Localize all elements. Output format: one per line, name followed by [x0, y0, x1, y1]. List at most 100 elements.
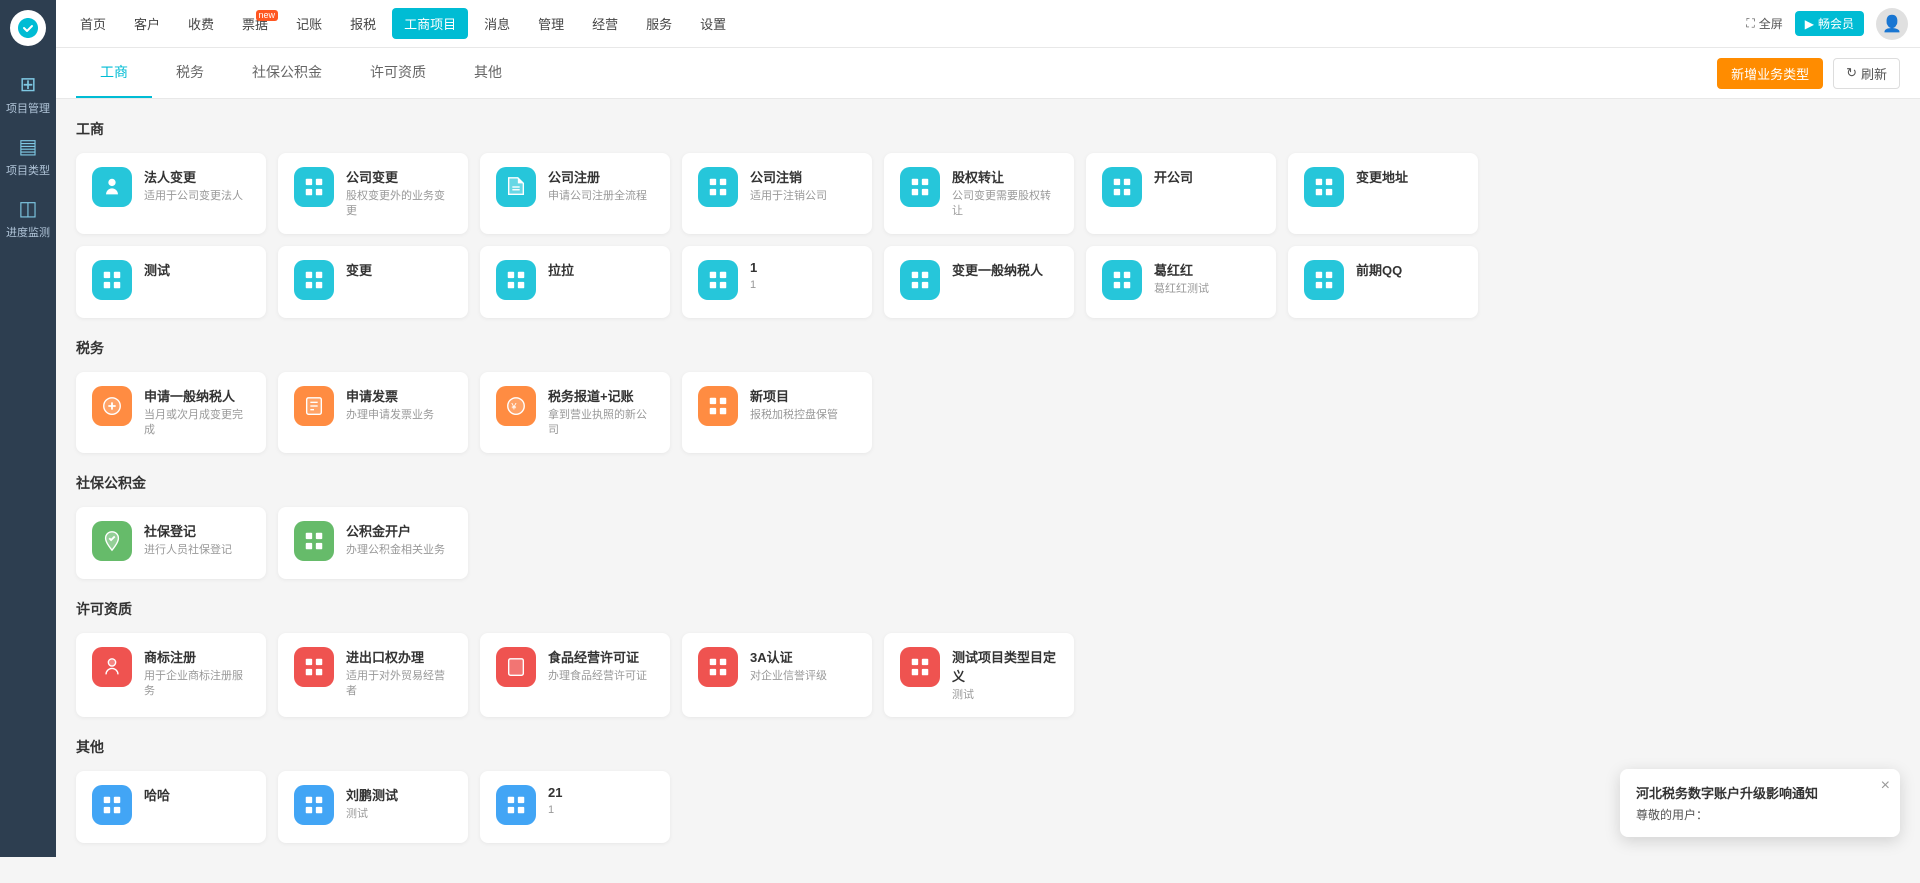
- project-manage-icon: ⊞: [14, 70, 42, 98]
- card-liupeng[interactable]: 刘鹏测试 测试: [278, 771, 468, 843]
- card-import-export[interactable]: 进出口权办理 适用于对外贸易经营者: [278, 633, 468, 717]
- notification-close[interactable]: ×: [1881, 777, 1890, 795]
- nav-invoice[interactable]: 票据 new: [230, 8, 280, 39]
- card-legal-change[interactable]: 法人变更 适用于公司变更法人: [76, 153, 266, 234]
- vip-icon: ▶: [1805, 17, 1814, 31]
- nav-customer[interactable]: 客户: [122, 8, 172, 39]
- card-icon: [294, 647, 334, 687]
- card-icon: [294, 521, 334, 561]
- nav-bizproject[interactable]: 工商项目: [392, 8, 468, 39]
- sidebar: ⊞ 项目管理 ▤ 项目类型 ◫ 进度监测: [0, 0, 56, 857]
- card-icon: [92, 647, 132, 687]
- nav-service[interactable]: 服务: [634, 8, 684, 39]
- card-icon: [294, 386, 334, 426]
- nav-message[interactable]: 消息: [472, 8, 522, 39]
- card-test[interactable]: 测试: [76, 246, 266, 318]
- card-num1[interactable]: 1 1: [682, 246, 872, 318]
- card-name: 1: [750, 260, 856, 275]
- card-name: 新项目: [750, 386, 856, 405]
- section-title-gongshang: 工商: [76, 119, 1900, 139]
- card-tax-report[interactable]: ¥ 税务报道+记账 拿到营业执照的新公司: [480, 372, 670, 453]
- fullscreen-button[interactable]: ⛶ 全屏: [1746, 15, 1782, 32]
- tab-xuke[interactable]: 许可资质: [346, 48, 450, 98]
- card-desc: 测试: [346, 807, 452, 822]
- card-3a-cert[interactable]: 3A认证 对企业信誉评级: [682, 633, 872, 717]
- nav-billing[interactable]: 收费: [176, 8, 226, 39]
- card-name: 社保登记: [144, 521, 250, 540]
- card-icon: [698, 647, 738, 687]
- vip-label: 畅会员: [1818, 15, 1854, 32]
- card-haha[interactable]: 哈哈: [76, 771, 266, 843]
- card-change-address[interactable]: 变更地址: [1288, 153, 1478, 234]
- card-desc: 1: [548, 803, 654, 818]
- avatar-icon: 👤: [1882, 14, 1902, 34]
- tab-shebao[interactable]: 社保公积金: [228, 48, 346, 98]
- card-name: 3A认证: [750, 647, 856, 666]
- tab-other[interactable]: 其他: [450, 48, 526, 98]
- card-name: 申请一般纳税人: [144, 386, 250, 405]
- card-name: 法人变更: [144, 167, 250, 186]
- nav-accounting[interactable]: 记账: [284, 8, 334, 39]
- tab-shuiwu[interactable]: 税务: [152, 48, 228, 98]
- tab-gongshang[interactable]: 工商: [76, 48, 152, 98]
- card-change2[interactable]: 变更: [278, 246, 468, 318]
- card-desc: 申请公司注册全流程: [548, 189, 654, 204]
- nav-menu: 首页 客户 收费 票据 new 记账 报税 工商项目 消息 管理 经营 服务 设…: [68, 8, 1746, 39]
- fullscreen-icon: ⛶: [1746, 16, 1754, 31]
- card-company-register[interactable]: 公司注册 申请公司注册全流程: [480, 153, 670, 234]
- card-icon: [92, 521, 132, 561]
- card-desc: 办理公积金相关业务: [346, 543, 452, 558]
- refresh-button[interactable]: ↻ 刷新: [1833, 58, 1900, 89]
- card-icon: [294, 167, 334, 207]
- card-lala[interactable]: 拉拉: [480, 246, 670, 318]
- user-avatar[interactable]: 👤: [1876, 8, 1908, 40]
- card-icon: [92, 386, 132, 426]
- new-type-button[interactable]: 新增业务类型: [1717, 58, 1823, 89]
- card-provident-fund[interactable]: 公积金开户 办理公积金相关业务: [278, 507, 468, 579]
- gongshang-cards: 法人变更 适用于公司变更法人 公司变更 股权变更外的业务变更 公司注册: [76, 153, 1900, 234]
- sidebar-item-progress[interactable]: ◫ 进度监测: [0, 186, 56, 248]
- section-title-other: 其他: [76, 737, 1900, 757]
- sidebar-item-project-manage[interactable]: ⊞ 项目管理: [0, 62, 56, 124]
- notification-title: 河北税务数字账户升级影响通知: [1636, 783, 1884, 802]
- card-icon: [496, 167, 536, 207]
- card-test-type[interactable]: 测试项目类型目定义 测试: [884, 633, 1074, 717]
- nav-manage[interactable]: 管理: [526, 8, 576, 39]
- card-name: 食品经营许可证: [548, 647, 654, 666]
- card-num21[interactable]: 21 1: [480, 771, 670, 843]
- card-icon: [698, 167, 738, 207]
- card-icon: [92, 260, 132, 300]
- card-icon: [1102, 260, 1142, 300]
- vip-button[interactable]: ▶ 畅会员: [1795, 11, 1864, 36]
- card-name: 进出口权办理: [346, 647, 452, 666]
- card-icon: [294, 785, 334, 825]
- sidebar-item-project-type[interactable]: ▤ 项目类型: [0, 124, 56, 186]
- nav-tax[interactable]: 报税: [338, 8, 388, 39]
- card-equity-transfer[interactable]: 股权转让 公司变更需要股权转让: [884, 153, 1074, 234]
- card-trademark[interactable]: 商标注册 用于企业商标注册服务: [76, 633, 266, 717]
- card-icon: [900, 260, 940, 300]
- card-food-license[interactable]: 食品经营许可证 办理食品经营许可证: [480, 633, 670, 717]
- nav-operation[interactable]: 经营: [580, 8, 630, 39]
- card-open-company[interactable]: 开公司: [1086, 153, 1276, 234]
- card-desc: 适用于公司变更法人: [144, 189, 250, 204]
- card-change-tax[interactable]: 变更一般纳税人: [884, 246, 1074, 318]
- shuiwu-cards: 申请一般纳税人 当月或次月成变更完成 申请发票 办理申请发票业务 ¥ 税务报道: [76, 372, 1900, 453]
- nav-home[interactable]: 首页: [68, 8, 118, 39]
- card-apply-tax[interactable]: 申请一般纳税人 当月或次月成变更完成: [76, 372, 266, 453]
- card-icon: [698, 386, 738, 426]
- card-preqq[interactable]: 前期QQ: [1288, 246, 1478, 318]
- card-apply-invoice[interactable]: 申请发票 办理申请发票业务: [278, 372, 468, 453]
- card-social-insurance[interactable]: 社保登记 进行人员社保登记: [76, 507, 266, 579]
- app-logo[interactable]: [10, 10, 46, 46]
- nav-settings[interactable]: 设置: [688, 8, 738, 39]
- card-company-change[interactable]: 公司变更 股权变更外的业务变更: [278, 153, 468, 234]
- card-name: 公积金开户: [346, 521, 452, 540]
- card-new-project[interactable]: 新项目 报税加税控盘保管: [682, 372, 872, 453]
- card-name: 葛红红: [1154, 260, 1260, 279]
- card-company-cancel[interactable]: 公司注销 适用于注销公司: [682, 153, 872, 234]
- card-gehonghong[interactable]: 葛红红 葛红红测试: [1086, 246, 1276, 318]
- new-badge: new: [256, 10, 279, 21]
- card-icon: [92, 785, 132, 825]
- card-icon: ¥: [496, 386, 536, 426]
